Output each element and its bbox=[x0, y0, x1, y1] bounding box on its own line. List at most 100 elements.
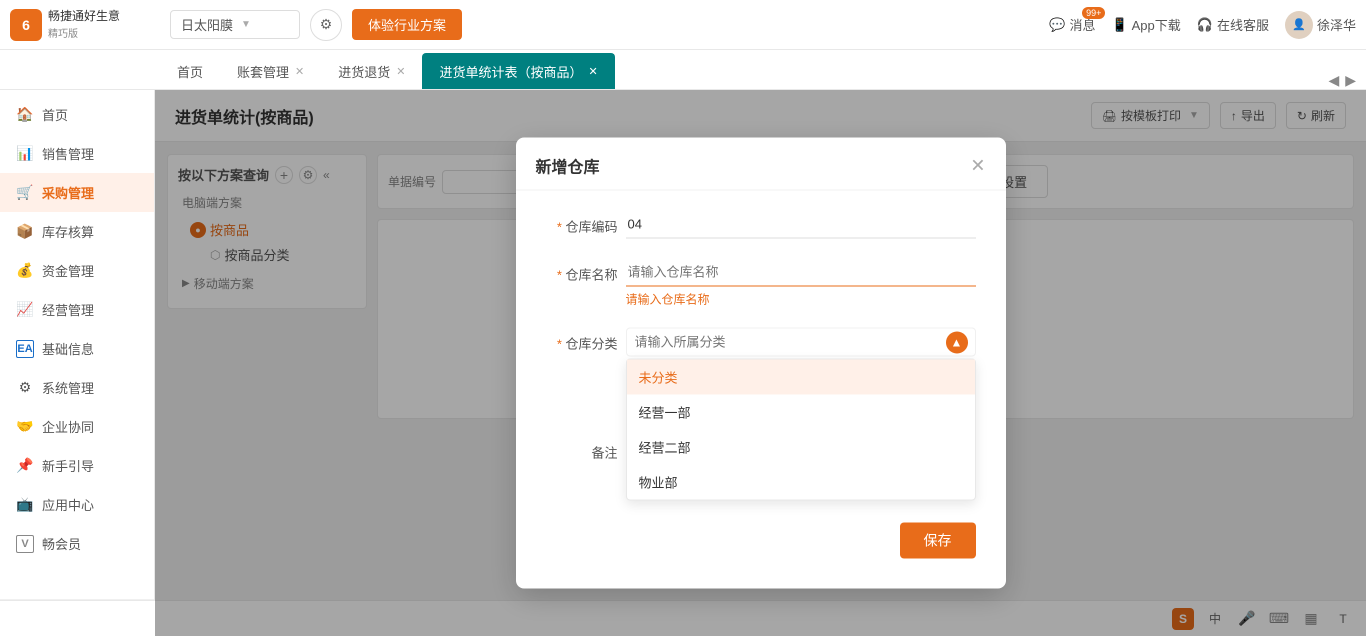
sidebar-operations-label: 经营管理 bbox=[42, 300, 94, 319]
classify-input[interactable] bbox=[626, 328, 976, 357]
form-row-name: 仓库名称 请输入仓库名称 bbox=[546, 259, 976, 308]
new-warehouse-dialog: 新增仓库 ✕ 仓库编码 仓库名称 请输入仓库名称 bbox=[516, 138, 1006, 589]
app-name: 畅捷通好生意 bbox=[48, 9, 120, 25]
remark-label: 备注 bbox=[546, 437, 626, 462]
sidebar-sales-label: 销售管理 bbox=[42, 144, 94, 163]
sidebar-item-sales[interactable]: 📊 销售管理 bbox=[0, 134, 154, 173]
sidebar: 🏠 首页 📊 销售管理 🛒 采购管理 📦 库存核算 💰 资金管理 📈 经营管理 … bbox=[0, 90, 155, 636]
top-nav: 6 畅捷通好生意 精巧版 日太阳膜 ▼ ⚙ 体验行业方案 💬 消息 99+ 📱 … bbox=[0, 0, 1366, 50]
name-label: 仓库名称 bbox=[546, 259, 626, 284]
inventory-icon: 📦 bbox=[16, 223, 34, 241]
code-field-wrap bbox=[626, 211, 976, 239]
form-row-code: 仓库编码 bbox=[546, 211, 976, 239]
dropdown-item-op2[interactable]: 经营二部 bbox=[627, 430, 975, 465]
sidebar-collab-label: 企业协同 bbox=[42, 417, 94, 436]
finance-icon: 💰 bbox=[16, 262, 34, 280]
sidebar-guide-label: 新手引导 bbox=[42, 456, 94, 475]
name-error-msg: 请输入仓库名称 bbox=[626, 291, 976, 308]
online-service-nav-item[interactable]: 🎧 在线客服 bbox=[1197, 15, 1269, 34]
store-arrow-icon: ▼ bbox=[241, 19, 251, 30]
tab-controls: ◀ ▶ bbox=[1318, 72, 1366, 89]
tab-purchase-stat-close-icon[interactable]: ✕ bbox=[589, 65, 598, 78]
phone-icon: 📱 bbox=[1111, 17, 1127, 33]
trial-button[interactable]: 体验行业方案 bbox=[352, 9, 462, 40]
user-name: 徐泽华 bbox=[1317, 15, 1356, 34]
code-input[interactable] bbox=[626, 211, 976, 239]
sidebar-item-inventory[interactable]: 📦 库存核算 bbox=[0, 212, 154, 251]
sidebar-app-center-label: 应用中心 bbox=[42, 495, 94, 514]
sidebar-finance-label: 资金管理 bbox=[42, 261, 94, 280]
operations-icon: 📈 bbox=[16, 301, 34, 319]
message-nav-item[interactable]: 💬 消息 99+ bbox=[1049, 15, 1095, 34]
tab-purchase-return[interactable]: 进货退货 ✕ bbox=[321, 53, 422, 89]
dialog-footer: 保存 bbox=[516, 523, 1006, 559]
sidebar-basic-info-label: 基础信息 bbox=[42, 339, 94, 358]
app-download-label: App下载 bbox=[1132, 15, 1181, 34]
sidebar-item-system[interactable]: ⚙ 系统管理 bbox=[0, 368, 154, 407]
collab-icon: 🤝 bbox=[16, 418, 34, 436]
headset-icon: 🎧 bbox=[1197, 17, 1213, 33]
dropdown-item-op1[interactable]: 经营一部 bbox=[627, 395, 975, 430]
app-sub: 精巧版 bbox=[48, 25, 120, 40]
classify-arrow-icon[interactable]: ▲ bbox=[946, 331, 968, 353]
home-icon: 🏠 bbox=[16, 106, 34, 124]
tab-next-icon[interactable]: ▶ bbox=[1345, 72, 1356, 89]
dialog-body: 仓库编码 仓库名称 请输入仓库名称 仓库分类 bbox=[516, 191, 1006, 523]
tab-purchase-return-close-icon[interactable]: ✕ bbox=[396, 65, 405, 78]
sidebar-item-guide[interactable]: 📌 新手引导 bbox=[0, 446, 154, 485]
sidebar-system-label: 系统管理 bbox=[42, 378, 94, 397]
sidebar-inventory-label: 库存核算 bbox=[42, 222, 94, 241]
classify-wrap: ▲ bbox=[626, 328, 976, 357]
save-button[interactable]: 保存 bbox=[900, 523, 976, 559]
main-layout: 🏠 首页 📊 销售管理 🛒 采购管理 📦 库存核算 💰 资金管理 📈 经营管理 … bbox=[0, 90, 1366, 636]
tab-home-label: 首页 bbox=[177, 62, 203, 81]
tab-home[interactable]: 首页 bbox=[160, 53, 220, 89]
sidebar-item-collab[interactable]: 🤝 企业协同 bbox=[0, 407, 154, 446]
sidebar-item-vip[interactable]: V 畅会员 bbox=[0, 524, 154, 563]
classify-dropdown: 未分类 经营一部 经营二部 物业部 bbox=[626, 359, 976, 501]
message-badge: 99+ bbox=[1082, 7, 1105, 19]
sidebar-item-home[interactable]: 🏠 首页 bbox=[0, 95, 154, 134]
sidebar-item-app-center[interactable]: 📺 应用中心 bbox=[0, 485, 154, 524]
content-wrapper: 进货单统计(按商品) 🖨 按模板打印 ▼ ↑ 导出 ↻ 刷新 bbox=[155, 90, 1366, 636]
tab-bar: 首页 账套管理 ✕ 进货退货 ✕ 进货单统计表（按商品） ✕ ◀ ▶ bbox=[0, 50, 1366, 90]
settings-icon[interactable]: ⚙ bbox=[310, 9, 342, 41]
vip-icon: V bbox=[16, 535, 34, 553]
sidebar-item-finance[interactable]: 💰 资金管理 bbox=[0, 251, 154, 290]
name-field-wrap: 请输入仓库名称 bbox=[626, 259, 976, 308]
dialog-close-icon[interactable]: ✕ bbox=[970, 155, 985, 176]
user-nav-item[interactable]: 👤 徐泽华 bbox=[1285, 11, 1356, 39]
store-name: 日太阳膜 bbox=[181, 15, 233, 34]
name-input[interactable] bbox=[626, 259, 976, 287]
tab-purchase-stat-label: 进货单统计表（按商品） bbox=[439, 62, 582, 81]
sidebar-item-basic-info[interactable]: EA 基础信息 bbox=[0, 329, 154, 368]
classify-label: 仓库分类 bbox=[546, 328, 626, 353]
tab-account-label: 账套管理 bbox=[237, 62, 289, 81]
form-row-classify: 仓库分类 ▲ 未分类 经营一部 经营二部 物业部 bbox=[546, 328, 976, 357]
basic-info-icon: EA bbox=[16, 340, 34, 358]
system-icon: ⚙ bbox=[16, 379, 34, 397]
app-download-nav-item[interactable]: 📱 App下载 bbox=[1111, 15, 1180, 34]
tab-prev-icon[interactable]: ◀ bbox=[1328, 72, 1339, 89]
sidebar-item-operations[interactable]: 📈 经营管理 bbox=[0, 290, 154, 329]
sidebar-item-purchase[interactable]: 🛒 采购管理 bbox=[0, 173, 154, 212]
dropdown-item-unclassified[interactable]: 未分类 bbox=[627, 360, 975, 395]
tab-purchase-stat[interactable]: 进货单统计表（按商品） ✕ bbox=[422, 53, 614, 89]
tab-purchase-return-label: 进货退货 bbox=[338, 62, 390, 81]
sidebar-vip-label: 畅会员 bbox=[42, 534, 81, 553]
tab-account-close-icon[interactable]: ✕ bbox=[295, 65, 304, 78]
app-center-icon: 📺 bbox=[16, 496, 34, 514]
avatar: 👤 bbox=[1285, 11, 1313, 39]
dropdown-item-op3[interactable]: 物业部 bbox=[627, 465, 975, 500]
message-icon: 💬 bbox=[1049, 17, 1065, 33]
classify-field-wrap: ▲ 未分类 经营一部 经营二部 物业部 bbox=[626, 328, 976, 357]
tab-account[interactable]: 账套管理 ✕ bbox=[220, 53, 321, 89]
nav-right: 💬 消息 99+ 📱 App下载 🎧 在线客服 👤 徐泽华 bbox=[1049, 11, 1356, 39]
sidebar-purchase-label: 采购管理 bbox=[42, 183, 94, 202]
logo-area: 6 畅捷通好生意 精巧版 bbox=[10, 9, 160, 41]
store-selector[interactable]: 日太阳膜 ▼ bbox=[170, 10, 300, 39]
code-label: 仓库编码 bbox=[546, 211, 626, 236]
sales-icon: 📊 bbox=[16, 145, 34, 163]
logo-icon: 6 bbox=[10, 9, 42, 41]
online-service-label: 在线客服 bbox=[1217, 15, 1269, 34]
